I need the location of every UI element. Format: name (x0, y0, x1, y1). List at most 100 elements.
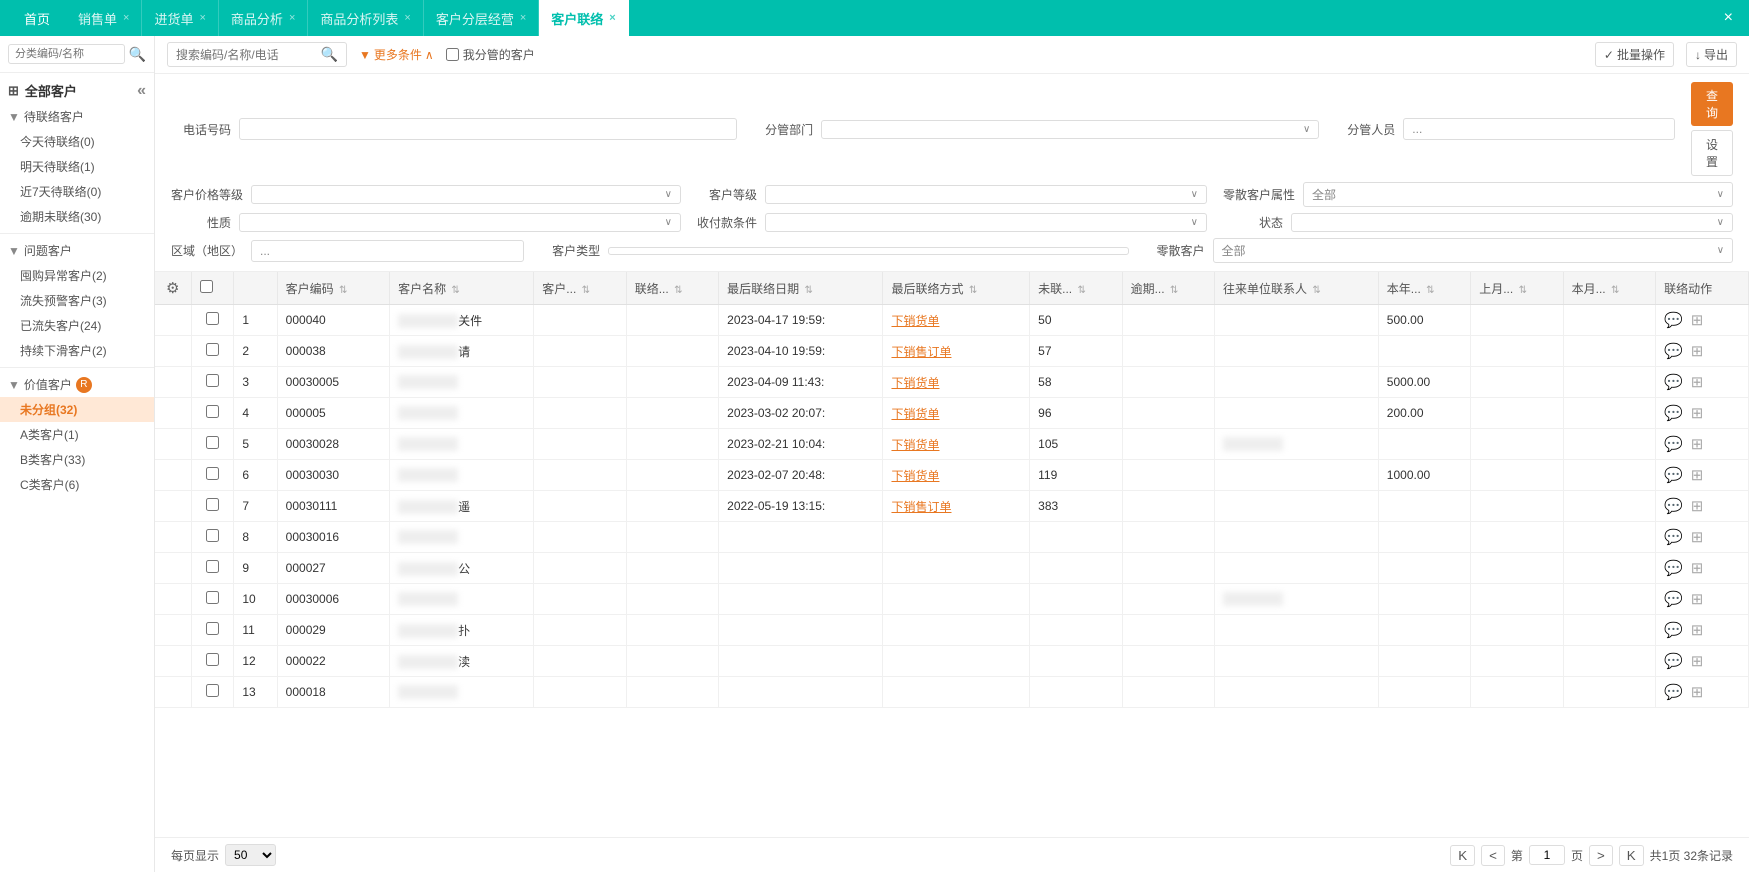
sidebar-item-hoarding[interactable]: 囤购异常客户(2) (0, 263, 154, 288)
contact-way-link[interactable]: 下销货单 (891, 376, 939, 390)
check-column[interactable] (191, 272, 234, 305)
sidebar-item-type-c[interactable]: C类客户(6) (0, 472, 154, 497)
check-cell[interactable] (191, 367, 234, 398)
message-icon[interactable]: 💬 (1664, 621, 1683, 639)
tab-product-analysis-list[interactable]: 商品分析列表 × (308, 0, 423, 36)
message-icon[interactable]: 💬 (1664, 559, 1683, 577)
row-checkbox[interactable] (206, 312, 219, 325)
close-icon[interactable]: × (123, 12, 129, 24)
grid-action-icon[interactable]: ⊞ (1691, 466, 1704, 484)
check-cell[interactable] (191, 677, 234, 708)
check-cell[interactable] (191, 646, 234, 677)
row-checkbox[interactable] (206, 467, 219, 480)
message-icon[interactable]: 💬 (1664, 528, 1683, 546)
page-input[interactable] (1529, 845, 1565, 865)
message-icon[interactable]: 💬 (1664, 497, 1683, 515)
price-tier-select[interactable]: ∨ (251, 185, 681, 204)
next-page-button[interactable]: > (1589, 845, 1613, 866)
home-tab[interactable]: 首页 (8, 0, 66, 36)
contact-column[interactable]: 联络... ⇅ (626, 272, 718, 305)
grid-action-icon[interactable]: ⊞ (1691, 311, 1704, 329)
row-checkbox[interactable] (206, 591, 219, 604)
sidebar-item-ungrouped[interactable]: 未分组(32) (0, 397, 154, 422)
query-button[interactable]: 查询 (1691, 82, 1733, 126)
nature-select[interactable]: ∨ (239, 213, 681, 232)
grid-action-icon[interactable]: ⊞ (1691, 373, 1704, 391)
grid-action-icon[interactable]: ⊞ (1691, 528, 1704, 546)
overdue-column[interactable]: 逾期... ⇅ (1122, 272, 1214, 305)
row-checkbox[interactable] (206, 622, 219, 635)
check-cell[interactable] (191, 584, 234, 615)
tab-product-analysis[interactable]: 商品分析 × (219, 0, 308, 36)
close-icon[interactable]: × (199, 12, 205, 24)
sidebar-item-tomorrow[interactable]: 明天待联络(1) (0, 154, 154, 179)
contact-way-link[interactable]: 下销货单 (891, 407, 939, 421)
filter-more-button[interactable]: ▼ 更多条件 ∧ (359, 46, 434, 63)
message-icon[interactable]: 💬 (1664, 466, 1683, 484)
scatter-attr-select[interactable]: 全部 ∨ (1303, 182, 1733, 207)
region-more[interactable]: ... (251, 240, 524, 262)
name-column[interactable]: 客户名称 ⇅ (390, 272, 534, 305)
message-icon[interactable]: 💬 (1664, 404, 1683, 422)
sidebar-search-input[interactable] (8, 44, 125, 64)
sidebar-group-problem[interactable]: ▼ 问题客户 (0, 238, 154, 263)
message-icon[interactable]: 💬 (1664, 373, 1683, 391)
row-checkbox[interactable] (206, 436, 219, 449)
message-icon[interactable]: 💬 (1664, 311, 1683, 329)
check-cell[interactable] (191, 305, 234, 336)
sidebar-group-value[interactable]: ▼ 价值客户 R (0, 372, 154, 397)
row-checkbox[interactable] (206, 498, 219, 511)
sidebar-item-churn-warning[interactable]: 流失预警客户(3) (0, 288, 154, 313)
check-cell[interactable] (191, 429, 234, 460)
type-column[interactable]: 客户... ⇅ (534, 272, 626, 305)
row-checkbox[interactable] (206, 684, 219, 697)
message-icon[interactable]: 💬 (1664, 342, 1683, 360)
reset-button[interactable]: 设置 (1691, 130, 1733, 176)
this-month-column[interactable]: 本月... ⇅ (1563, 272, 1655, 305)
contact-way-link[interactable]: 下销货单 (891, 469, 939, 483)
collapse-icon[interactable]: « (137, 82, 146, 100)
status-select[interactable]: ∨ (1291, 213, 1733, 232)
grid-action-icon[interactable]: ⊞ (1691, 590, 1704, 608)
gear-column[interactable]: ⚙ (155, 272, 191, 305)
last-contact-way-column[interactable]: 最后联络方式 ⇅ (883, 272, 1030, 305)
all-customers-header[interactable]: ⊞ 全部客户 « (0, 73, 154, 104)
last-contact-date-column[interactable]: 最后联络日期 ⇅ (719, 272, 883, 305)
my-customers-checkbox-wrapper[interactable]: 我分管的客户 (446, 46, 535, 63)
sidebar-search-icon[interactable]: 🔍 (129, 46, 146, 63)
sidebar-item-7days[interactable]: 近7天待联络(0) (0, 179, 154, 204)
select-all-checkbox[interactable] (200, 280, 213, 293)
customer-tier-select[interactable]: ∨ (765, 185, 1207, 204)
message-icon[interactable]: 💬 (1664, 683, 1683, 701)
tab-sales-order[interactable]: 销售单 × (66, 0, 142, 36)
check-cell[interactable] (191, 491, 234, 522)
first-page-button[interactable]: K (1450, 845, 1475, 866)
tab-customer-tier[interactable]: 客户分层经营 × (424, 0, 539, 36)
sidebar-item-declining[interactable]: 持续下滑客户(2) (0, 338, 154, 363)
row-checkbox[interactable] (206, 405, 219, 418)
contact-way-link[interactable]: 下销货单 (891, 438, 939, 452)
row-checkbox[interactable] (206, 560, 219, 573)
manager-more[interactable]: ... (1403, 118, 1675, 140)
no-contact-column[interactable]: 未联... ⇅ (1030, 272, 1122, 305)
dept-select[interactable]: ∨ (821, 120, 1319, 139)
sidebar-item-churned[interactable]: 已流失客户(24) (0, 313, 154, 338)
sidebar-item-type-b[interactable]: B类客户(33) (0, 447, 154, 472)
associate-column[interactable]: 往来单位联系人 ⇅ (1214, 272, 1378, 305)
message-icon[interactable]: 💬 (1664, 435, 1683, 453)
last-page-button[interactable]: K (1619, 845, 1644, 866)
grid-action-icon[interactable]: ⊞ (1691, 497, 1704, 515)
row-checkbox[interactable] (206, 374, 219, 387)
row-checkbox[interactable] (206, 529, 219, 542)
prev-page-button[interactable]: < (1481, 845, 1505, 866)
check-cell[interactable] (191, 460, 234, 491)
check-cell[interactable] (191, 522, 234, 553)
close-icon[interactable]: × (289, 12, 295, 24)
close-all-button[interactable]: × (1716, 9, 1741, 27)
contact-way-link[interactable]: 下销货单 (891, 314, 939, 328)
contact-way-link[interactable]: 下销售订单 (891, 345, 951, 359)
gear-icon[interactable]: ⚙ (166, 280, 179, 297)
last-month-column[interactable]: 上月... ⇅ (1471, 272, 1563, 305)
check-cell[interactable] (191, 398, 234, 429)
filter-search-icon[interactable]: 🔍 (321, 46, 338, 63)
